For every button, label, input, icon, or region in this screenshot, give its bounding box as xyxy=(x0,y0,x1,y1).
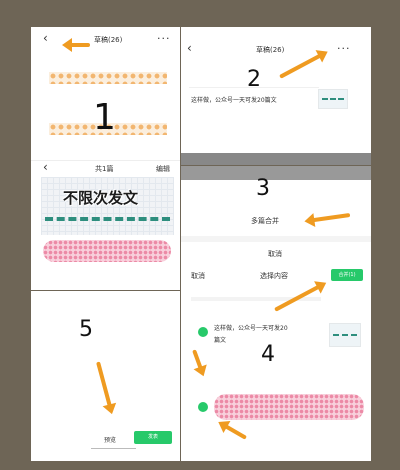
arrow-icon xyxy=(68,43,90,47)
cover-text: 不限次发文 xyxy=(63,189,139,207)
article-cover: 不限次发文 xyxy=(41,177,174,235)
dim-overlay xyxy=(181,166,371,180)
drafts-title: 草稿(26) xyxy=(256,46,285,54)
back-icon[interactable]: ‹ xyxy=(187,41,192,55)
step-number: 5 xyxy=(79,317,93,342)
article-title-line2[interactable]: 篇文 xyxy=(214,335,226,344)
preview-title: 共1篇 xyxy=(95,165,114,173)
divider xyxy=(31,160,180,161)
censored-article-title xyxy=(43,240,171,262)
cancel-option[interactable]: 取消 xyxy=(268,249,282,259)
selection-panel: 这样做，公众号一天可发20 篇文 4 xyxy=(181,289,371,461)
article-title-line1[interactable]: 这样做，公众号一天可发20 xyxy=(214,323,288,332)
select-cancel-button[interactable]: 取消 xyxy=(191,271,205,281)
merge-confirm-button[interactable]: 合并(1) xyxy=(331,269,363,281)
preview-button[interactable]: 预览 xyxy=(104,435,116,444)
article-thumbnail xyxy=(329,323,361,347)
checkbox-checked[interactable] xyxy=(198,402,208,412)
step-number: 2 xyxy=(247,67,261,92)
more-icon[interactable]: ··· xyxy=(337,42,351,55)
article-thumbnail xyxy=(318,89,348,109)
more-icon[interactable]: ··· xyxy=(157,32,171,45)
edit-button[interactable]: 编辑 xyxy=(156,164,170,174)
divider xyxy=(189,87,319,88)
drafts-title: 草稿(26) xyxy=(94,36,123,44)
checkbox-checked[interactable] xyxy=(198,327,208,337)
step-number: 4 xyxy=(261,342,275,367)
cover-wave xyxy=(45,217,170,227)
back-icon[interactable]: ‹ xyxy=(43,160,48,174)
dim-overlay xyxy=(181,153,371,165)
preview-bottom-panel: 5 预览 发表 xyxy=(31,291,180,461)
select-title: 选择内容 xyxy=(260,272,288,280)
merge-option[interactable]: 多篇合并 xyxy=(251,216,279,226)
sheet-gap xyxy=(181,236,371,242)
censored-article-title xyxy=(214,394,364,420)
action-sheet-panel: 3 多篇合并 取消 取消 选择内容 合并(1) xyxy=(181,166,371,289)
drafts-panel: ‹ 草稿(26) ··· 1 ‹ 共1篇 编辑 不限次发文 xyxy=(31,27,180,290)
publish-button[interactable]: 发表 xyxy=(134,431,172,444)
step-number: 1 xyxy=(93,97,116,138)
divider xyxy=(91,448,136,449)
back-icon[interactable]: ‹ xyxy=(43,31,48,45)
censored-draft-title xyxy=(49,72,167,84)
drafts-panel-2: ‹ 草稿(26) ··· 2 这样做，公众号一天可发20篇文 xyxy=(181,27,371,165)
step-number: 3 xyxy=(256,176,270,201)
article-title[interactable]: 这样做，公众号一天可发20篇文 xyxy=(191,95,277,104)
